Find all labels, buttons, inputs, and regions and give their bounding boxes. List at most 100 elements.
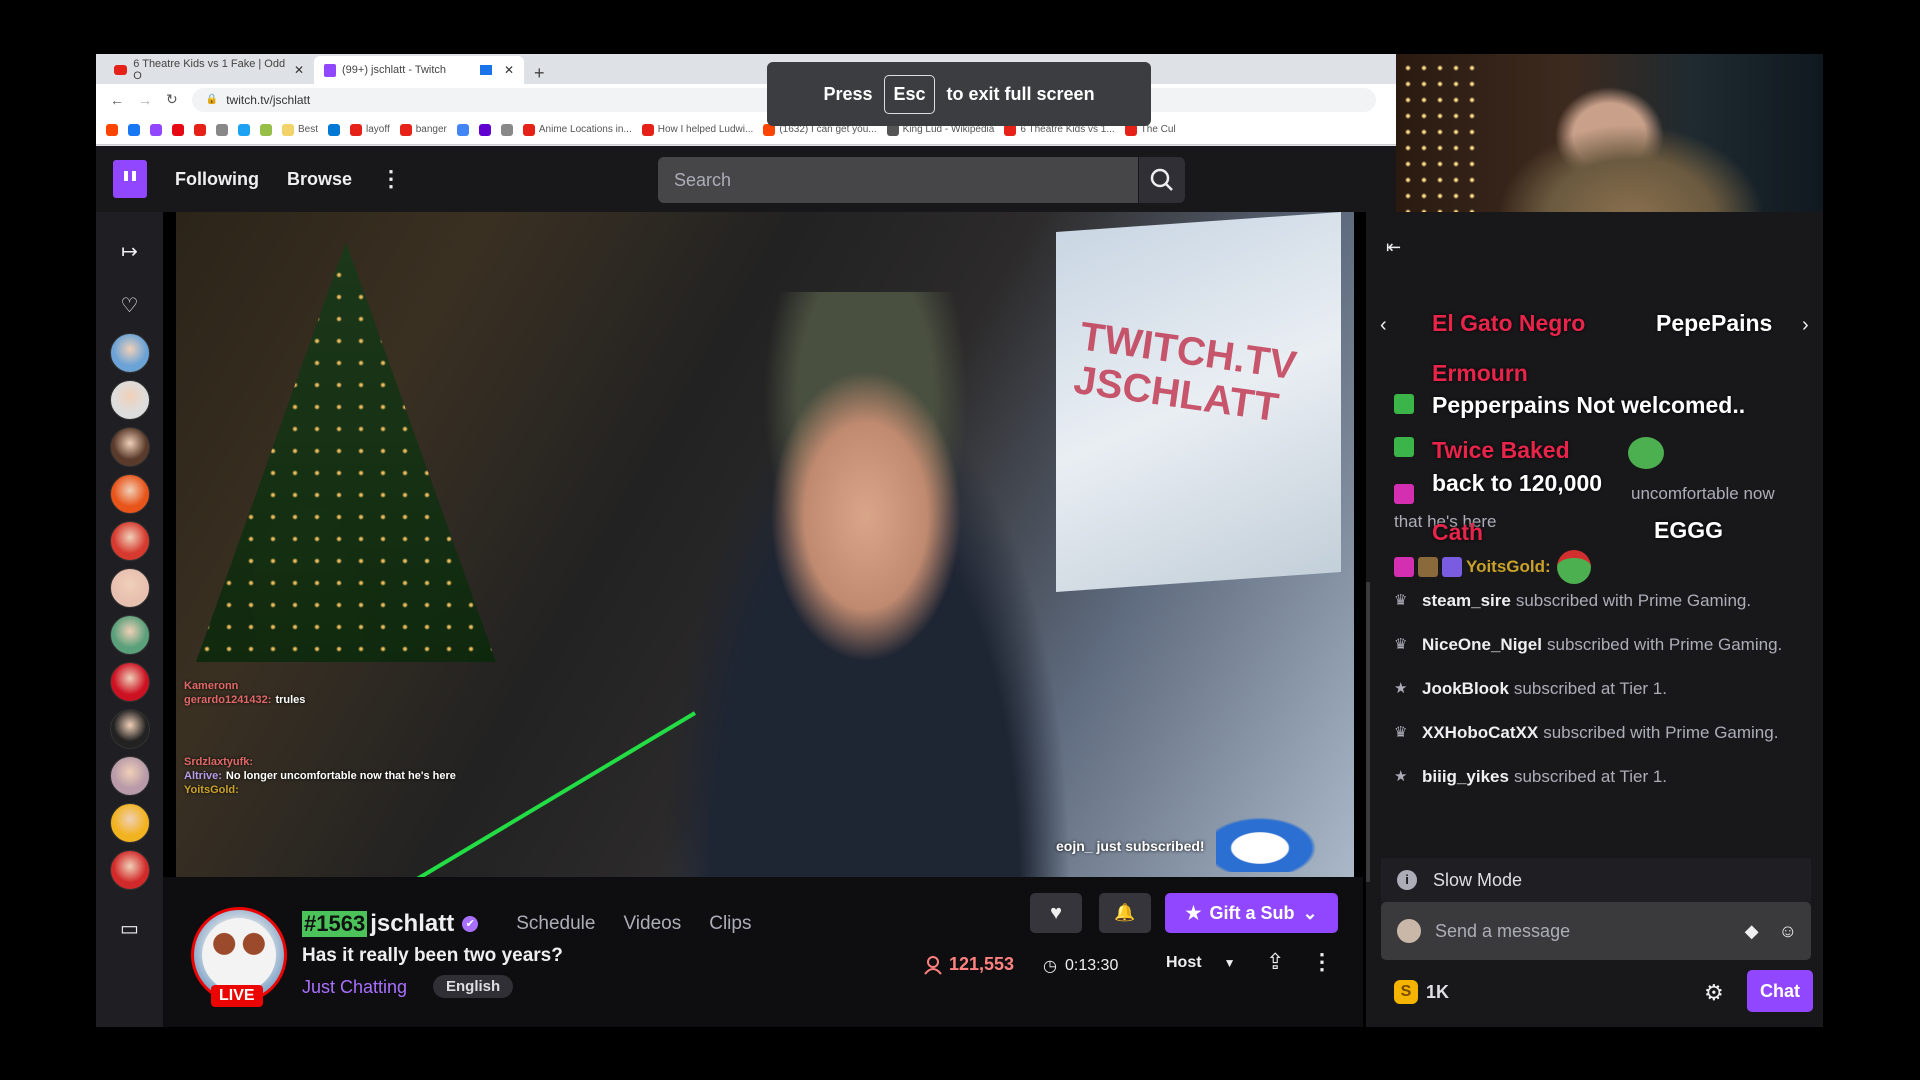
emote-picker-icon[interactable]: ☺ [1779, 921, 1797, 942]
esc-key: Esc [884, 74, 935, 114]
nav-browse[interactable]: Browse [287, 169, 352, 190]
more-icon[interactable]: ⋮ [1311, 949, 1333, 975]
sidebar-channel-7[interactable] [109, 615, 150, 655]
search-button[interactable] [1139, 157, 1185, 203]
back-icon[interactable]: ← [110, 92, 124, 108]
bookmark-item[interactable]: How I helped Ludwi... [641, 123, 753, 136]
overlay-chat-line: Altrive: No longer uncomfortable now that… [184, 770, 508, 782]
tab-youtube[interactable]: 6 Theatre Kids vs 1 Fake | Odd O ✕ [104, 56, 314, 84]
follow-button[interactable]: ♥ [1030, 893, 1082, 933]
host-label: Host [1166, 954, 1202, 971]
bits-icon[interactable]: ◆ [1745, 921, 1759, 942]
bookmark-item[interactable] [194, 123, 206, 136]
bookmark-item[interactable]: Best [282, 123, 318, 136]
video-player[interactable]: TWITCH.TV JSCHLATT Kameronn gerardo124143… [176, 212, 1354, 877]
bookmark-item[interactable] [172, 123, 184, 136]
overlay-chat-line [184, 708, 508, 722]
sub-username[interactable]: steam_sire [1422, 591, 1511, 610]
forward-icon[interactable]: → [138, 92, 152, 108]
gift-sub-button[interactable]: ★ Gift a Sub ⌄ [1165, 893, 1338, 933]
overlay-message: Pepperpains Not welcomed.. [1432, 392, 1746, 418]
close-tab-icon[interactable]: ✕ [294, 63, 304, 77]
overlay-chat-user: Altrive: [184, 770, 222, 782]
bookmark-item[interactable]: Anime Locations in... [522, 123, 632, 136]
moderator-badge-icon [1394, 394, 1414, 414]
reload-icon[interactable]: ↻ [166, 91, 178, 108]
new-tab-button[interactable]: + [524, 63, 555, 84]
overlay-chat-line [184, 740, 508, 754]
nav-following[interactable]: Following [175, 169, 259, 190]
bookmark-item[interactable]: banger [399, 123, 447, 136]
overlay-message: PepePains [1656, 310, 1773, 336]
channel-name[interactable]: jschlatt [370, 910, 454, 938]
chat-username[interactable]: YoitsGold: [1466, 557, 1551, 577]
sidebar-channel-vo[interactable] [109, 662, 150, 702]
sidebar-channel-9[interactable] [109, 709, 150, 749]
sub-badge-icon [1394, 557, 1414, 577]
tab-twitch[interactable]: (99+) jschlatt - Twitch ✕ [314, 56, 524, 84]
sidebar-channel-2[interactable] [109, 380, 150, 420]
collapse-chat-icon[interactable]: ⇤ [1386, 237, 1401, 258]
followed-channel-list [109, 326, 150, 897]
camera-icon[interactable]: ▭ [120, 909, 139, 949]
sidebar-channel-1[interactable] [109, 333, 150, 373]
search-input[interactable]: Search [658, 157, 1138, 203]
sidebar-channel-6[interactable] [109, 568, 150, 608]
sidebar-channel-3[interactable] [109, 427, 150, 467]
more-options-icon[interactable]: ⋮ [380, 166, 402, 192]
star-icon: ★ [1185, 902, 1202, 923]
bookmark-item[interactable] [106, 123, 118, 136]
caret-down-icon[interactable]: ▼ [1224, 956, 1236, 970]
expand-sidebar-icon[interactable]: ↦ [121, 232, 138, 272]
tab-clips[interactable]: Clips [709, 913, 751, 935]
channel-points[interactable]: S 1K [1394, 980, 1449, 1004]
close-tab-icon[interactable]: ✕ [504, 63, 514, 77]
sidebar-channel-11[interactable] [109, 803, 150, 843]
chevron-left-icon[interactable]: ‹ [1380, 314, 1387, 337]
sub-username[interactable]: biiig_yikes [1422, 767, 1509, 786]
twitch-logo-icon[interactable] [113, 160, 147, 198]
docs-icon [456, 123, 469, 136]
chevron-right-icon[interactable]: › [1802, 314, 1809, 337]
uptime: ◷ 0:13:30 [1043, 956, 1118, 976]
left-sidebar: ↦ ♡ ▭ [96, 212, 163, 1027]
category-link[interactable]: Just Chatting [302, 977, 407, 998]
chat-settings-icon[interactable]: ⚙ [1704, 980, 1724, 1006]
sub-username[interactable]: JookBlook [1422, 679, 1509, 698]
tab-schedule[interactable]: Schedule [516, 913, 595, 935]
overlay-chat-line [184, 724, 508, 738]
sub-alert-text: eojn_ just subscribed! [1056, 838, 1205, 854]
bookmark-item[interactable] [478, 123, 491, 136]
tab-videos[interactable]: Videos [623, 913, 681, 935]
reddit-icon [106, 123, 118, 136]
bookmark-item[interactable] [238, 123, 250, 136]
channel-info-bar: LIVE #1563 jschlatt ✔ Schedule Videos Cl… [163, 877, 1363, 1027]
bookmark-item[interactable] [150, 123, 162, 136]
host-button[interactable]: Host ▼ [1166, 954, 1235, 972]
bookmark-item[interactable] [216, 123, 228, 136]
bookmark-item[interactable] [456, 123, 469, 136]
bookmark-item[interactable] [500, 123, 513, 136]
sub-username[interactable]: NiceOne_Nigel [1422, 635, 1542, 654]
overlay-chat-text: trules [275, 694, 306, 706]
bookmark-item[interactable] [260, 123, 272, 136]
share-icon[interactable]: ⇪ [1266, 949, 1284, 975]
chevron-down-icon: ⌄ [1302, 902, 1318, 923]
sub-text: XXHoboCatXX subscribed with Prime Gaming. [1422, 720, 1778, 746]
chat-message-input[interactable]: Send a message ◆ ☺ [1381, 902, 1811, 960]
sidebar-channel-5[interactable] [109, 521, 150, 561]
chat-panel: ⇤ ‹ › El Gato Negro PepePains Ermourn Pe… [1366, 212, 1823, 1027]
sidebar-channel-12[interactable] [109, 850, 150, 890]
chat-scrollbar[interactable] [1366, 582, 1370, 882]
bookmark-item[interactable] [328, 123, 341, 136]
sidebar-channel-10[interactable] [109, 756, 150, 796]
bookmark-item[interactable]: layoff [350, 123, 390, 136]
bell-icon: 🔔 [1114, 903, 1136, 922]
sub-username[interactable]: XXHoboCatXX [1422, 723, 1538, 742]
cast-icon [479, 65, 492, 75]
bookmark-item[interactable] [128, 123, 140, 136]
sidebar-channel-1g[interactable] [109, 474, 150, 514]
notifications-button[interactable]: 🔔 [1099, 893, 1151, 933]
language-tag[interactable]: English [433, 975, 514, 998]
send-chat-button[interactable]: Chat [1747, 970, 1813, 1012]
